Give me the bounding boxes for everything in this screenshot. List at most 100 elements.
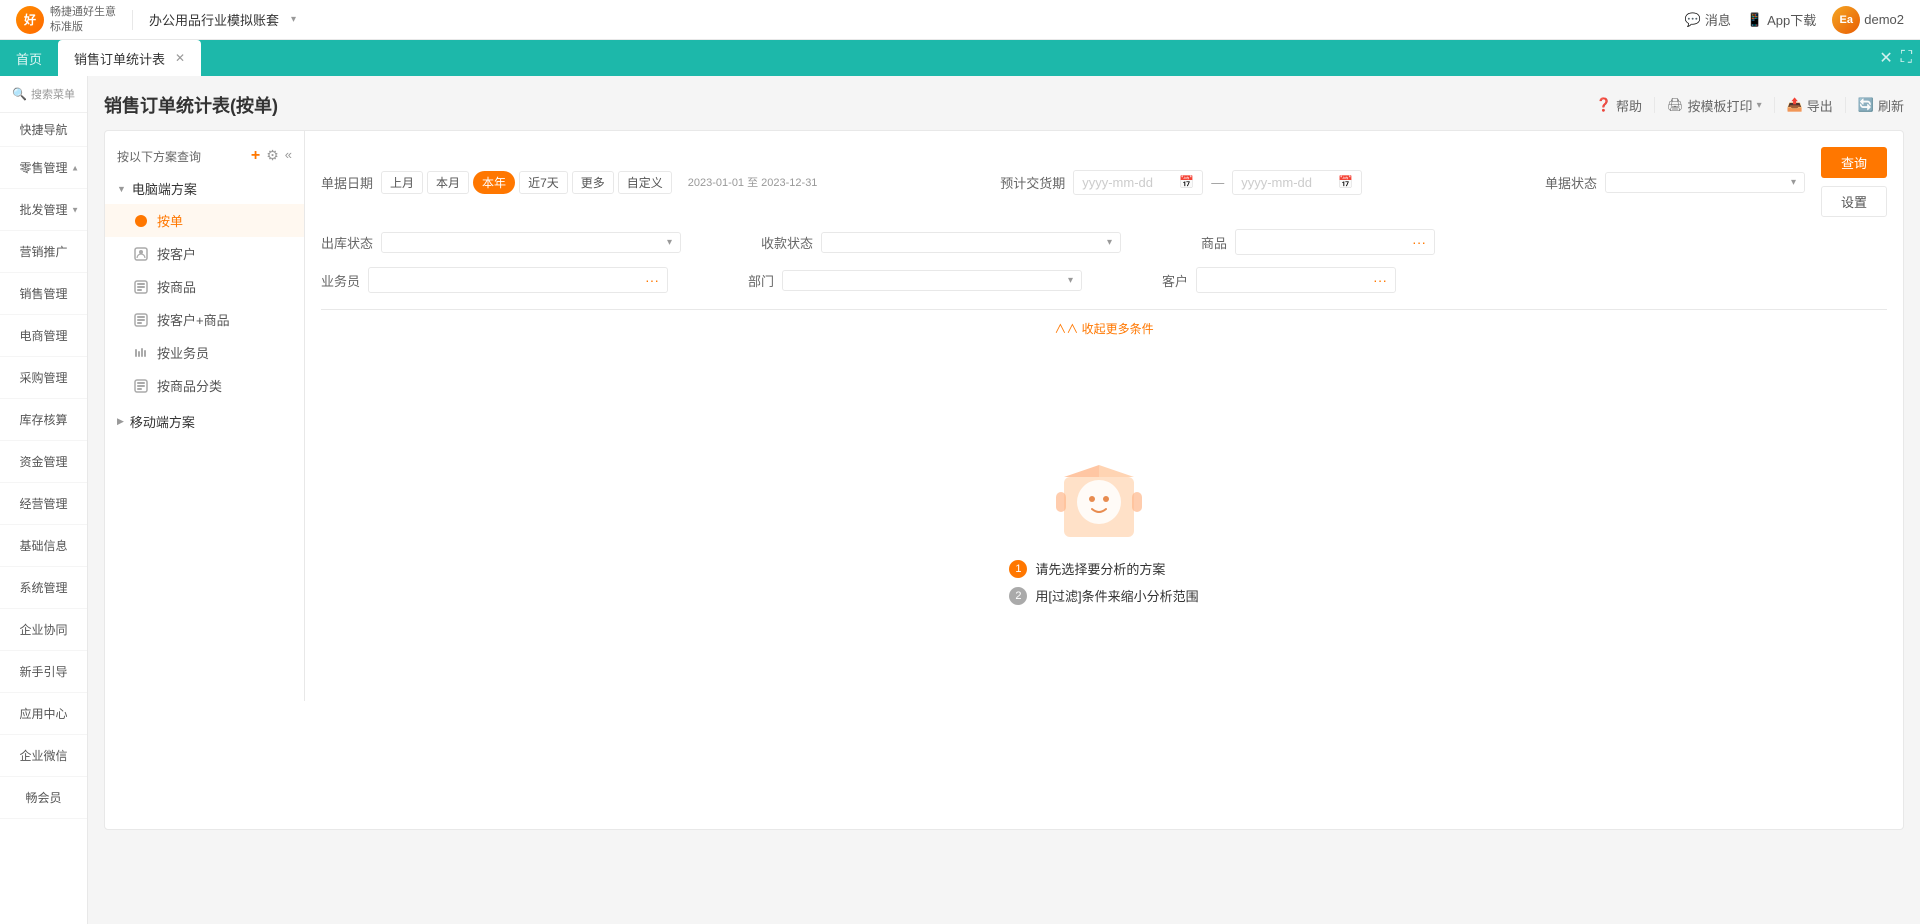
top-bar-right: 💬 消息 📱 App下载 Ea demo2 bbox=[1685, 6, 1904, 34]
help-button[interactable]: ❓ 帮助 bbox=[1596, 96, 1642, 115]
date-start-placeholder: yyyy-mm-dd bbox=[1082, 175, 1175, 190]
collapse-icon: ∧∧ bbox=[1054, 322, 1078, 336]
panel-item-by-customer-goods[interactable]: 按客户+商品 bbox=[105, 303, 304, 336]
page-container: 销售订单统计表(按单) ❓ 帮助 🖨 按模板打印 ▾ 📤 bbox=[88, 76, 1920, 846]
sidebar-item-marketing[interactable]: 营销推广 bbox=[0, 231, 87, 273]
btn-more[interactable]: 更多 bbox=[572, 171, 614, 194]
user-menu[interactable]: Ea demo2 bbox=[1832, 6, 1904, 34]
sidebar-item-newbie[interactable]: 新手引导 bbox=[0, 651, 87, 693]
step2-text: 用[过滤]条件来缩小分析范围 bbox=[1035, 586, 1198, 605]
settings-button[interactable]: 设置 bbox=[1821, 186, 1887, 217]
tab-close-window[interactable]: ✕ bbox=[1879, 48, 1892, 68]
panel-item-by-order[interactable]: 按单 bbox=[105, 204, 304, 237]
panel-group-mobile-title[interactable]: ▶ 移动端方案 bbox=[105, 406, 304, 437]
layout: 🔍 搜索菜单 快捷导航 零售管理 批发管理 营销推广 销售管理 电商管理 采购管… bbox=[0, 76, 1920, 924]
panel-settings-button[interactable]: ⚙ bbox=[266, 147, 279, 165]
sidebar-item-ecommerce[interactable]: 电商管理 bbox=[0, 315, 87, 357]
btn-last-7days[interactable]: 近7天 bbox=[519, 171, 568, 194]
sidebar-nav-shortcut[interactable]: 快捷导航 bbox=[0, 113, 87, 147]
sidebar-item-weixin[interactable]: 企业微信 bbox=[0, 735, 87, 777]
sidebar-item-retail[interactable]: 零售管理 bbox=[0, 147, 87, 189]
tab-bar-actions: ✕ ⛶ bbox=[1879, 48, 1920, 68]
tab-sales-order-stats[interactable]: 销售订单统计表 ✕ bbox=[58, 40, 201, 76]
panel-add-button[interactable]: + bbox=[251, 147, 260, 165]
search-label: 搜索菜单 bbox=[31, 86, 75, 102]
expected-delivery-start[interactable]: yyyy-mm-dd 📅 bbox=[1073, 170, 1203, 195]
empty-state: 1 请先选择要分析的方案 2 用[过滤]条件来缩小分析范围 bbox=[321, 347, 1887, 685]
salesman-dots[interactable]: ··· bbox=[645, 272, 659, 288]
panel-item-by-goods-category[interactable]: 按商品分类 bbox=[105, 369, 304, 402]
divider1 bbox=[1654, 97, 1655, 113]
template-print-button[interactable]: 🖨 按模板打印 ▾ bbox=[1667, 96, 1762, 115]
filter-section: 单据日期 上月 本月 本年 近7天 更多 自定义 bbox=[321, 147, 1887, 293]
panel-collapse-button[interactable]: « bbox=[285, 147, 292, 165]
filter-row-1: 单据日期 上月 本月 本年 近7天 更多 自定义 bbox=[321, 147, 1887, 217]
by-salesman-icon bbox=[133, 345, 149, 361]
refresh-button[interactable]: 🔄 刷新 bbox=[1858, 96, 1904, 115]
btn-this-month[interactable]: 本月 bbox=[427, 171, 469, 194]
tab-home[interactable]: 首页 bbox=[0, 40, 58, 76]
expected-delivery-end[interactable]: yyyy-mm-dd 📅 bbox=[1232, 170, 1362, 195]
sidebar-item-basic[interactable]: 基础信息 bbox=[0, 525, 87, 567]
sidebar-search[interactable]: 🔍 搜索菜单 bbox=[0, 76, 87, 113]
salesman-input[interactable]: ··· bbox=[368, 267, 668, 293]
sidebar-item-appcenter[interactable]: 应用中心 bbox=[0, 693, 87, 735]
sidebar-item-finance[interactable]: 资金管理 bbox=[0, 441, 87, 483]
message-button[interactable]: 💬 消息 bbox=[1685, 10, 1731, 29]
filter-row-2: 出库状态 ▾ 收款状态 bbox=[321, 229, 1887, 255]
panel-group-mobile-arrow: ▶ bbox=[117, 416, 124, 427]
department-select[interactable]: ▾ bbox=[782, 270, 1082, 291]
top-bar-dropdown-icon[interactable]: ▾ bbox=[291, 14, 296, 25]
step1-num: 1 bbox=[1009, 560, 1027, 578]
outbound-status-select[interactable]: ▾ bbox=[381, 232, 681, 253]
app-download-button[interactable]: 📱 App下载 bbox=[1747, 10, 1816, 29]
panel-item-by-goods[interactable]: 按商品 bbox=[105, 270, 304, 303]
panel-item-by-salesman[interactable]: 按业务员 bbox=[105, 336, 304, 369]
search-icon: 🔍 bbox=[12, 87, 27, 101]
panel-group-mobile: ▶ 移动端方案 bbox=[105, 406, 304, 437]
goods-input[interactable]: ··· bbox=[1235, 229, 1435, 255]
phone-icon: 📱 bbox=[1747, 12, 1763, 28]
page-title: 销售订单统计表(按单) bbox=[104, 92, 278, 118]
payment-arrow: ▾ bbox=[1107, 237, 1112, 248]
btn-this-year[interactable]: 本年 bbox=[473, 171, 515, 194]
panel-item-by-customer[interactable]: 按客户 bbox=[105, 237, 304, 270]
top-bar-left: 好 畅捷通好生意 标准版 办公用品行业模拟账套 ▾ bbox=[16, 5, 296, 34]
date-end-placeholder: yyyy-mm-dd bbox=[1241, 175, 1334, 190]
export-button[interactable]: 📤 导出 bbox=[1787, 96, 1833, 115]
panel-header: 按以下方案查询 + ⚙ « bbox=[105, 143, 304, 173]
empty-steps: 1 请先选择要分析的方案 2 用[过滤]条件来缩小分析范围 bbox=[1009, 559, 1198, 605]
sidebar-item-sales[interactable]: 销售管理 bbox=[0, 273, 87, 315]
collapse-bar[interactable]: ∧∧ 收起更多条件 bbox=[321, 309, 1887, 347]
by-customer-goods-icon bbox=[133, 312, 149, 328]
sidebar-item-inventory[interactable]: 库存核算 bbox=[0, 399, 87, 441]
date-label: 单据日期 bbox=[321, 173, 373, 192]
goods-dots[interactable]: ··· bbox=[1412, 234, 1426, 250]
sidebar-item-wholesale[interactable]: 批发管理 bbox=[0, 189, 87, 231]
sidebar-item-system[interactable]: 系统管理 bbox=[0, 567, 87, 609]
date-group: 上月 本月 本年 近7天 更多 自定义 bbox=[381, 171, 672, 194]
filter-payment-status: 收款状态 ▾ bbox=[761, 232, 1121, 253]
page-header: 销售订单统计表(按单) ❓ 帮助 🖨 按模板打印 ▾ 📤 bbox=[104, 92, 1904, 118]
tab-bar: 首页 销售订单统计表 ✕ ✕ ⛶ bbox=[0, 40, 1920, 76]
btn-last-month[interactable]: 上月 bbox=[381, 171, 423, 194]
customer-input[interactable]: ··· bbox=[1196, 267, 1396, 293]
search-button[interactable]: 查询 bbox=[1821, 147, 1887, 178]
sidebar-item-purchase[interactable]: 采购管理 bbox=[0, 357, 87, 399]
panel-group-pc-arrow: ▼ bbox=[117, 184, 126, 194]
filter-date-range: 2023-01-01 至 2023-12-31 bbox=[688, 174, 818, 190]
order-status-select[interactable]: ▾ bbox=[1605, 172, 1805, 193]
sidebar-item-member[interactable]: 畅会员 bbox=[0, 777, 87, 819]
payment-status-select[interactable]: ▾ bbox=[821, 232, 1121, 253]
by-goods-category-icon bbox=[133, 378, 149, 394]
active-tab-label: 销售订单统计表 bbox=[74, 49, 165, 68]
tab-close-icon[interactable]: ✕ bbox=[175, 51, 185, 65]
sidebar-item-enterprise[interactable]: 企业协同 bbox=[0, 609, 87, 651]
btn-custom[interactable]: 自定义 bbox=[618, 171, 672, 194]
panel-group-pc-title[interactable]: ▼ 电脑端方案 bbox=[105, 173, 304, 204]
customer-dots[interactable]: ··· bbox=[1373, 272, 1387, 288]
tab-maximize[interactable]: ⛶ bbox=[1901, 49, 1912, 67]
department-arrow: ▾ bbox=[1068, 275, 1073, 286]
top-bar-title: 办公用品行业模拟账套 bbox=[149, 10, 279, 29]
sidebar-item-operations[interactable]: 经营管理 bbox=[0, 483, 87, 525]
